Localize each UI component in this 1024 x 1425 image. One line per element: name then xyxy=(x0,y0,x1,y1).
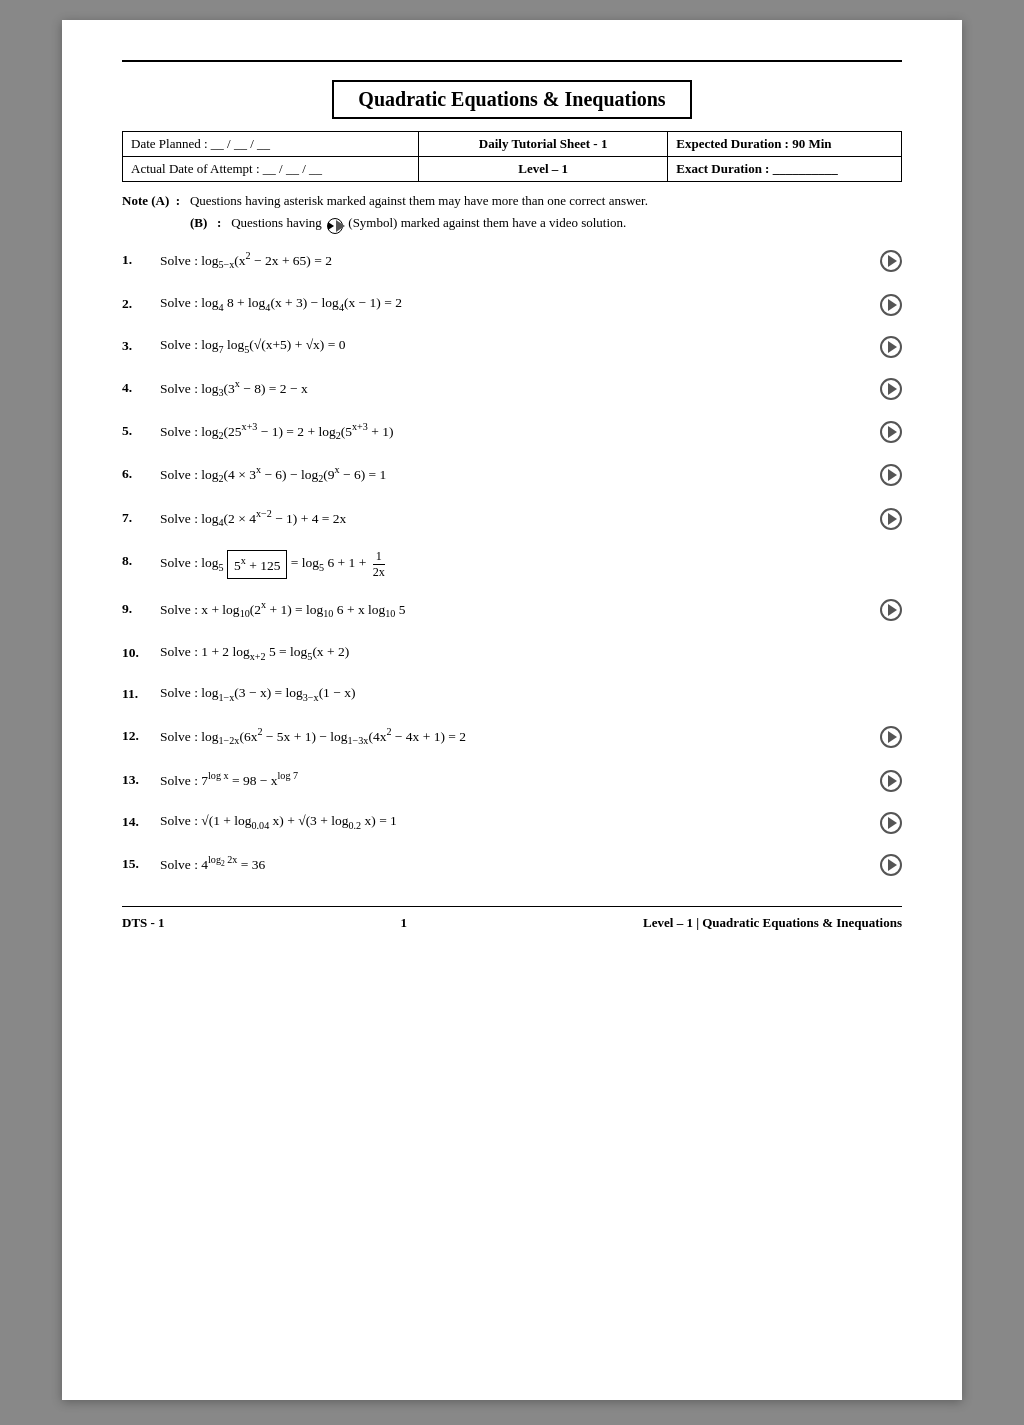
q10-number: 10. xyxy=(122,641,160,664)
question-15: 15. Solve : 4log2 2x = 36 xyxy=(122,852,902,876)
header-table: Date Planned : __ / __ / __ Daily Tutori… xyxy=(122,131,902,182)
question-3: 3. Solve : log7 log5(√(x+5) + √x) = 0 xyxy=(122,334,902,358)
q3-content: Solve : log7 log5(√(x+5) + √x) = 0 xyxy=(160,334,868,358)
q2-video-icon xyxy=(868,292,902,316)
q9-content: Solve : x + log10(2x + 1) = log10 6 + x … xyxy=(160,597,868,622)
exact-duration-blank: __________ xyxy=(773,161,838,176)
q8-content: Solve : log5 5x + 125 = log5 6 + 1 + 1 2… xyxy=(160,549,868,579)
footer-center: 1 xyxy=(401,915,408,931)
worksheet-title: Quadratic Equations & Inequations xyxy=(332,80,691,119)
q15-content: Solve : 4log2 2x = 36 xyxy=(160,852,868,875)
expected-duration-label: Expected Duration : 90 Min xyxy=(676,136,831,151)
note-b: (B) : Questions having (Symbol) marked a… xyxy=(122,212,902,234)
date-planned-cell: Date Planned : __ / __ / __ xyxy=(123,132,419,157)
actual-date-cell: Actual Date of Attempt : __ / __ / __ xyxy=(123,157,419,182)
question-2: 2. Solve : log4 8 + log4(x + 3) − log4(x… xyxy=(122,292,902,316)
q9-video-icon xyxy=(868,597,902,621)
q11-content: Solve : log1−x(3 − x) = log3−x(1 − x) xyxy=(160,682,868,706)
question-9: 9. Solve : x + log10(2x + 1) = log10 6 +… xyxy=(122,597,902,622)
sheet-label-cell: Daily Tutorial Sheet - 1 xyxy=(419,132,668,157)
q14-number: 14. xyxy=(122,810,160,833)
q6-video-icon xyxy=(868,462,902,486)
q3-number: 3. xyxy=(122,334,160,357)
date-planned-value: __ / __ / __ xyxy=(211,136,270,151)
expected-duration-cell: Expected Duration : 90 Min xyxy=(668,132,902,157)
worksheet-page: Quadratic Equations & Inequations Date P… xyxy=(62,20,962,1400)
actual-date-value: __ / __ / __ xyxy=(263,161,322,176)
footer: DTS - 1 1 Level – 1 | Quadratic Equation… xyxy=(122,906,902,931)
q12-content: Solve : log1−2x(6x2 − 5x + 1) − log1−3x(… xyxy=(160,724,868,749)
q15-video-icon xyxy=(868,852,902,876)
q13-content: Solve : 7log x = 98 − xlog 7 xyxy=(160,768,868,791)
question-5: 5. Solve : log2(25x+3 − 1) = 2 + log2(5x… xyxy=(122,419,902,444)
questions-list: 1. Solve : log5−x(x2 − 2x + 65) = 2 2. S… xyxy=(122,248,902,876)
q8-number: 8. xyxy=(122,549,160,572)
question-6: 6. Solve : log2(4 × 3x − 6) − log2(9x − … xyxy=(122,462,902,487)
level-cell: Level – 1 xyxy=(419,157,668,182)
q4-video-icon xyxy=(868,376,902,400)
q9-number: 9. xyxy=(122,597,160,620)
q4-number: 4. xyxy=(122,376,160,399)
question-13: 13. Solve : 7log x = 98 − xlog 7 xyxy=(122,768,902,792)
exact-duration-cell: Exact Duration : __________ xyxy=(668,157,902,182)
q5-video-icon xyxy=(868,419,902,443)
q2-number: 2. xyxy=(122,292,160,315)
q7-content: Solve : log4(2 × 4x−2 − 1) + 4 = 2x xyxy=(160,506,868,531)
footer-left: DTS - 1 xyxy=(122,915,165,931)
top-divider xyxy=(122,60,902,62)
question-8: 8. Solve : log5 5x + 125 = log5 6 + 1 + … xyxy=(122,549,902,579)
footer-right: Level – 1 | Quadratic Equations & Inequa… xyxy=(643,915,902,931)
q12-video-icon xyxy=(868,724,902,748)
exact-duration-label: Exact Duration : xyxy=(676,161,769,176)
q3-video-icon xyxy=(868,334,902,358)
question-1: 1. Solve : log5−x(x2 − 2x + 65) = 2 xyxy=(122,248,902,273)
q11-number: 11. xyxy=(122,682,160,705)
question-4: 4. Solve : log3(3x − 8) = 2 − x xyxy=(122,376,902,401)
q10-no-icon xyxy=(868,641,902,643)
q1-content: Solve : log5−x(x2 − 2x + 65) = 2 xyxy=(160,248,868,273)
q5-content: Solve : log2(25x+3 − 1) = 2 + log2(5x+3 … xyxy=(160,419,868,444)
q10-content: Solve : 1 + 2 logx+2 5 = log5(x + 2) xyxy=(160,641,868,665)
q14-video-icon xyxy=(868,810,902,834)
q13-number: 13. xyxy=(122,768,160,791)
q2-content: Solve : log4 8 + log4(x + 3) − log4(x − … xyxy=(160,292,868,316)
q5-number: 5. xyxy=(122,419,160,442)
date-planned-label: Date Planned : xyxy=(131,136,208,151)
level-label: Level – 1 xyxy=(518,161,568,176)
note-a: Note (A) : Questions having asterisk mar… xyxy=(122,190,902,212)
q7-number: 7. xyxy=(122,506,160,529)
q4-content: Solve : log3(3x − 8) = 2 − x xyxy=(160,376,868,401)
question-7: 7. Solve : log4(2 × 4x−2 − 1) + 4 = 2x xyxy=(122,506,902,531)
question-11: 11. Solve : log1−x(3 − x) = log3−x(1 − x… xyxy=(122,682,902,706)
sheet-label: Daily Tutorial Sheet - 1 xyxy=(479,136,608,151)
q15-number: 15. xyxy=(122,852,160,875)
q8-no-icon xyxy=(868,549,902,551)
q7-video-icon xyxy=(868,506,902,530)
q14-content: Solve : √(1 + log0.04 x) + √(3 + log0.2 … xyxy=(160,810,868,834)
q1-number: 1. xyxy=(122,248,160,271)
notes-section: Note (A) : Questions having asterisk mar… xyxy=(122,190,902,234)
question-10: 10. Solve : 1 + 2 logx+2 5 = log5(x + 2) xyxy=(122,641,902,665)
q12-number: 12. xyxy=(122,724,160,747)
q13-video-icon xyxy=(868,768,902,792)
actual-date-label: Actual Date of Attempt : xyxy=(131,161,260,176)
q11-no-icon xyxy=(868,682,902,684)
q6-number: 6. xyxy=(122,462,160,485)
q6-content: Solve : log2(4 × 3x − 6) − log2(9x − 6) … xyxy=(160,462,868,487)
question-12: 12. Solve : log1−2x(6x2 − 5x + 1) − log1… xyxy=(122,724,902,749)
q1-video-icon xyxy=(868,248,902,272)
question-14: 14. Solve : √(1 + log0.04 x) + √(3 + log… xyxy=(122,810,902,834)
